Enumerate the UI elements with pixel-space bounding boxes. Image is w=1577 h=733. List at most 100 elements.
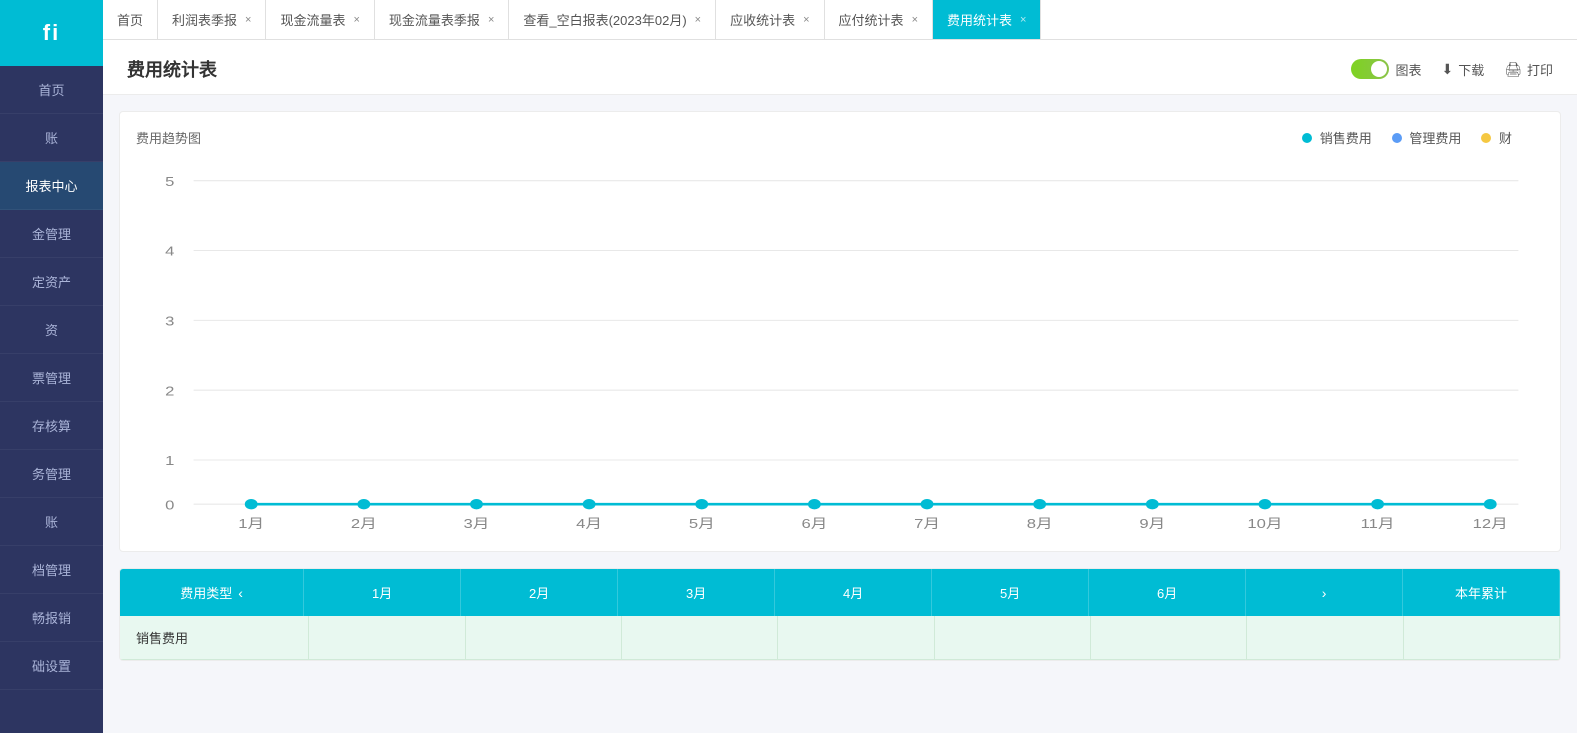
sidebar-item-report[interactable]: 报表中心	[0, 162, 103, 210]
svg-text:12月: 12月	[1473, 516, 1508, 531]
print-icon: 🖨	[1504, 61, 1522, 78]
th-m4-label: 4月	[843, 583, 863, 602]
sidebar-item-invest[interactable]: 资	[0, 306, 103, 354]
th-type-label: 费用类型	[180, 583, 232, 602]
chart-toggle-wrap: 图表	[1351, 59, 1421, 79]
legend-dot-finance	[1481, 133, 1491, 143]
table-row: 销售费用	[120, 616, 1560, 660]
tab-receivable[interactable]: 应收统计表 ×	[716, 0, 824, 39]
th-prev-nav[interactable]: ‹	[238, 585, 243, 601]
download-icon: ⬇	[1441, 61, 1453, 78]
sidebar-item-sales[interactable]: 畅报销	[0, 594, 103, 642]
page-content: 费用统计表 图表 ⬇ 下载 🖨 打印 费用趋势图	[103, 40, 1577, 733]
svg-text:1: 1	[165, 454, 174, 469]
th-m1-label: 1月	[372, 583, 392, 602]
sidebar-item-settings[interactable]: 础设置	[0, 642, 103, 690]
th-m6: 6月	[1089, 569, 1246, 616]
main-content: 首页 利润表季报 × 现金流量表 × 现金流量表季报 × 查看_空白报表(202…	[103, 0, 1577, 733]
th-m2-label: 2月	[529, 583, 549, 602]
header-actions: 图表 ⬇ 下载 🖨 打印	[1351, 59, 1553, 79]
sidebar-item-account[interactable]: 账	[0, 114, 103, 162]
sidebar-item-invoice[interactable]: 票管理	[0, 354, 103, 402]
chart-toggle-label: 图表	[1395, 60, 1421, 79]
svg-text:6月: 6月	[801, 516, 827, 531]
th-ytd: 本年累计	[1403, 569, 1560, 616]
svg-text:4月: 4月	[576, 516, 602, 531]
tab-close-cashflow-quarter[interactable]: ×	[488, 14, 494, 26]
td-m3	[622, 616, 778, 659]
td-m1	[309, 616, 465, 659]
svg-text:3月: 3月	[464, 516, 490, 531]
th-m4: 4月	[775, 569, 932, 616]
page-title: 费用统计表	[127, 56, 217, 82]
tab-close-cashflow[interactable]: ×	[353, 14, 359, 26]
svg-text:11月: 11月	[1361, 516, 1395, 531]
sidebar-item-debt[interactable]: 账	[0, 498, 103, 546]
tab-close-profit[interactable]: ×	[245, 14, 251, 26]
td-m2	[466, 616, 622, 659]
svg-text:5: 5	[165, 174, 174, 189]
td-m6	[1091, 616, 1247, 659]
svg-text:10月: 10月	[1247, 516, 1282, 531]
tab-close-expense[interactable]: ×	[1020, 14, 1026, 26]
th-m1: 1月	[304, 569, 461, 616]
legend-dot-admin	[1392, 133, 1402, 143]
sidebar-item-service[interactable]: 务管理	[0, 450, 103, 498]
sidebar-item-archive[interactable]: 档管理	[0, 546, 103, 594]
chart-toggle[interactable]	[1351, 59, 1389, 79]
svg-text:1月: 1月	[238, 516, 264, 531]
download-label: 下载	[1458, 60, 1484, 79]
page-header: 费用统计表 图表 ⬇ 下载 🖨 打印	[103, 40, 1577, 95]
tab-expense[interactable]: 费用统计表 ×	[933, 0, 1041, 39]
chart-area-wrapper: 费用趋势图 销售费用 管理费用 财	[136, 128, 1544, 535]
tab-close-payable[interactable]: ×	[912, 14, 918, 26]
legend-sales-label: 销售费用	[1320, 131, 1372, 146]
tab-blank[interactable]: 查看_空白报表(2023年02月) ×	[509, 0, 716, 39]
svg-text:3: 3	[165, 314, 174, 329]
th-m3: 3月	[618, 569, 775, 616]
tab-cashflow-quarter[interactable]: 现金流量表季报 ×	[375, 0, 509, 39]
sidebar: fi 首页 账 报表中心 金管理 定资产 资 票管理 存核算 务管理 账 档管理…	[0, 0, 103, 733]
th-m6-label: 6月	[1157, 583, 1177, 602]
sidebar-item-home[interactable]: 首页	[0, 66, 103, 114]
th-m5-label: 5月	[1000, 583, 1020, 602]
th-m3-label: 3月	[686, 583, 706, 602]
download-button[interactable]: ⬇ 下载	[1441, 60, 1484, 79]
th-next-nav[interactable]: ›	[1322, 585, 1327, 601]
sidebar-item-asset[interactable]: 定资产	[0, 258, 103, 306]
th-type: 费用类型 ‹	[120, 569, 304, 616]
td-m4	[778, 616, 934, 659]
svg-text:4: 4	[165, 244, 174, 259]
tab-payable[interactable]: 应付统计表 ×	[825, 0, 933, 39]
svg-text:7月: 7月	[914, 516, 940, 531]
td-ytd	[1404, 616, 1560, 659]
svg-text:2月: 2月	[351, 516, 377, 531]
chart-container: 5 4 3 2 1 0 1月	[136, 155, 1544, 535]
svg-text:2: 2	[165, 384, 174, 399]
print-button[interactable]: 🖨 打印	[1504, 60, 1553, 79]
svg-text:8月: 8月	[1027, 516, 1053, 531]
svg-text:9月: 9月	[1139, 516, 1165, 531]
chart-legend: 销售费用 管理费用 财	[1302, 128, 1512, 147]
tab-profit[interactable]: 利润表季报 ×	[158, 0, 266, 39]
table-header: 费用类型 ‹ 1月 2月 3月 4月 5月	[120, 569, 1560, 616]
table-section: 费用类型 ‹ 1月 2月 3月 4月 5月	[119, 568, 1561, 661]
chart-svg: 5 4 3 2 1 0 1月	[136, 155, 1544, 535]
print-label: 打印	[1527, 60, 1553, 79]
td-type: 销售费用	[120, 616, 309, 659]
svg-text:5月: 5月	[689, 516, 715, 531]
sidebar-logo: fi	[0, 0, 103, 66]
sidebar-item-fund[interactable]: 金管理	[0, 210, 103, 258]
td-m5	[935, 616, 1091, 659]
legend-finance-label: 财	[1499, 131, 1512, 146]
chart-section: 费用趋势图 销售费用 管理费用 财	[119, 111, 1561, 552]
tab-close-receivable[interactable]: ×	[803, 14, 809, 26]
sidebar-item-stock[interactable]: 存核算	[0, 402, 103, 450]
th-m2: 2月	[461, 569, 618, 616]
tab-home[interactable]: 首页	[103, 0, 158, 39]
tab-cashflow[interactable]: 现金流量表 ×	[266, 0, 374, 39]
th-next-nav-wrap: ›	[1246, 569, 1403, 616]
tab-close-blank[interactable]: ×	[695, 14, 701, 26]
svg-text:0: 0	[165, 498, 174, 513]
legend-admin-label: 管理费用	[1409, 131, 1461, 146]
